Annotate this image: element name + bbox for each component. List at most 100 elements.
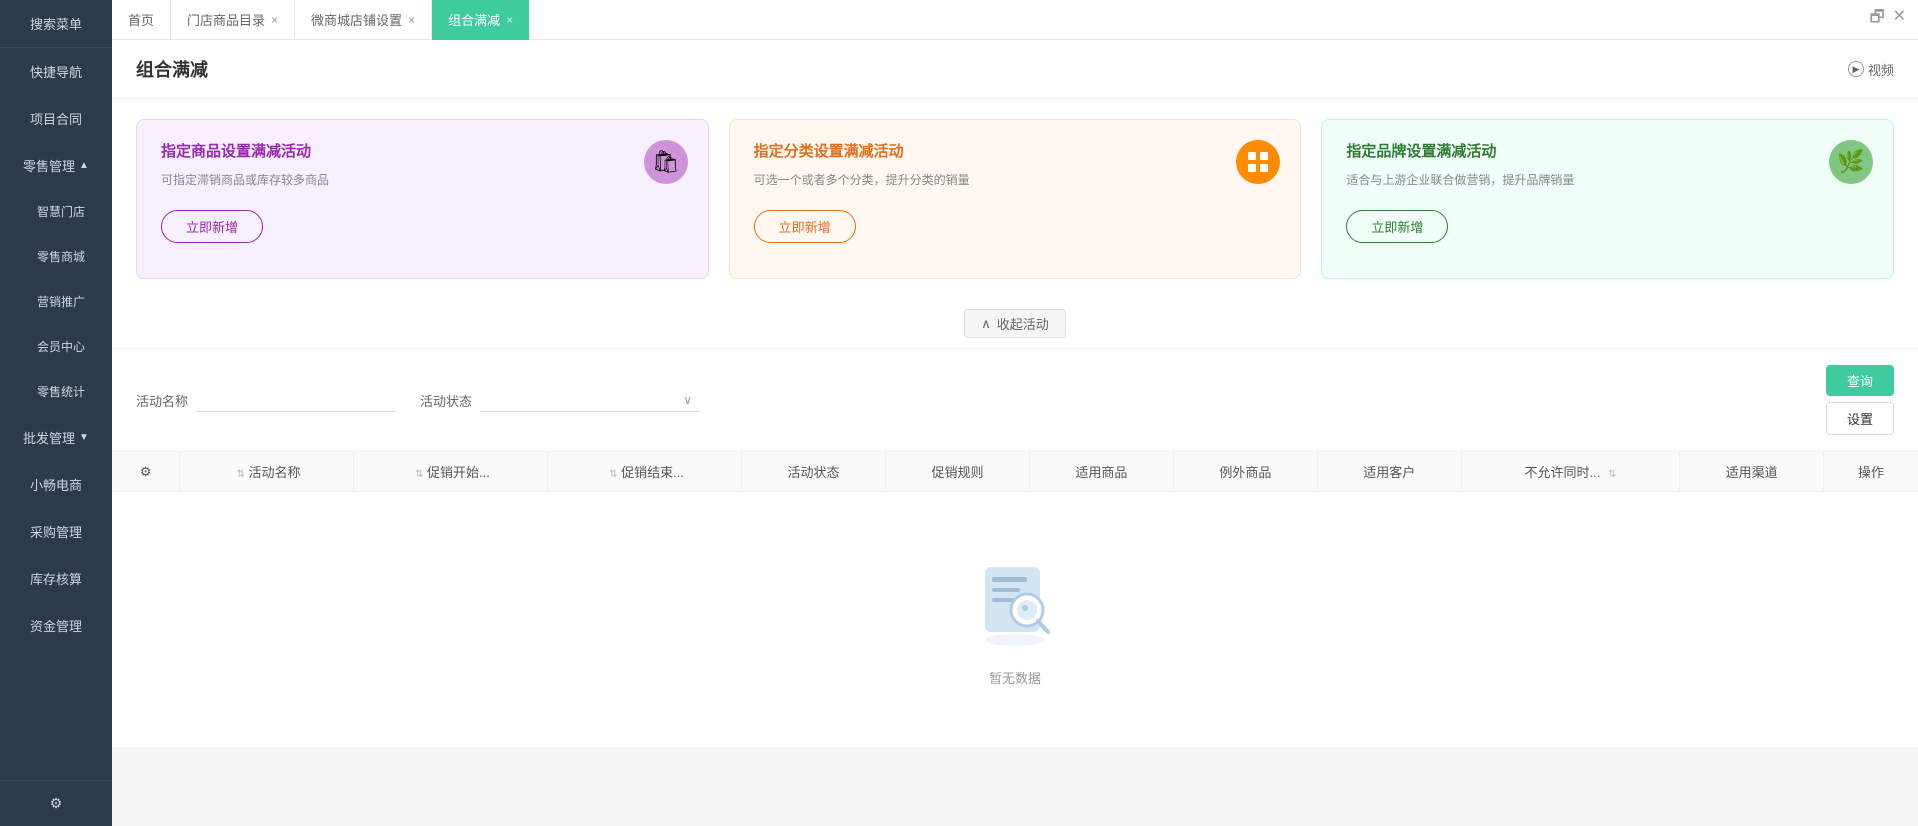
- sidebar-item-finance-mgmt[interactable]: 资金管理: [0, 602, 112, 649]
- tab-store-catalog-label: 门店商品目录: [187, 10, 265, 29]
- sidebar-item-retail-stats[interactable]: 零售统计: [0, 369, 112, 414]
- page-content: 组合满减 ▶ 视频 指定商品设置满减活动 🛍 可指定滞销商品或库存较多商品 立即…: [112, 40, 1918, 826]
- filter-activity-status: 活动状态 ∨: [420, 388, 700, 412]
- table-col-activity-status: 活动状态: [742, 452, 886, 492]
- empty-state-icon: [965, 552, 1065, 652]
- sidebar-item-quick-nav[interactable]: 快捷导航: [0, 48, 112, 95]
- tab-home-label: 首页: [128, 10, 154, 29]
- table-col-applicable-goods: 适用商品: [1029, 452, 1173, 492]
- category-card-desc: 可选一个或者多个分类，提升分类的销量: [754, 171, 1277, 190]
- query-button[interactable]: 查询: [1826, 365, 1894, 396]
- sort-icon-promo-start: ⇅: [415, 469, 423, 480]
- tab-home[interactable]: 首页: [112, 0, 171, 40]
- table-col-operation: 操作: [1824, 452, 1918, 492]
- sidebar-search[interactable]: 搜索菜单: [0, 0, 112, 48]
- brand-card-title: 指定品牌设置满减活动: [1346, 140, 1869, 161]
- product-card-title: 指定商品设置满减活动: [161, 140, 684, 161]
- filter-activity-name: 活动名称: [136, 388, 396, 412]
- table-col-applicable-customer: 适用客户: [1317, 452, 1461, 492]
- tab-store-catalog-close[interactable]: ×: [271, 13, 278, 27]
- settings-gear-icon: ⚙: [140, 464, 152, 479]
- sidebar-item-label: 会员中心: [37, 338, 85, 355]
- search-label: 搜索菜单: [30, 17, 82, 32]
- table-header-row: ⚙ ⇅ 活动名称 ⇅ 促销开始... ⇅ 促销结束...: [112, 452, 1918, 492]
- activity-status-select-wrapper: ∨: [480, 388, 700, 412]
- tab-mini-store-close[interactable]: ×: [408, 13, 415, 27]
- sort-icon-activity-name: ⇅: [236, 469, 244, 480]
- product-card-icon: 🛍: [644, 140, 688, 184]
- product-card-desc: 可指定滞销商品或库存较多商品: [161, 171, 684, 190]
- collapse-bar: ∧ 收起活动: [112, 299, 1918, 349]
- product-card-add-button[interactable]: 立即新增: [161, 210, 263, 243]
- play-circle-icon: ▶: [1848, 61, 1864, 77]
- collapse-label: 收起活动: [997, 314, 1049, 333]
- sidebar-item-retail-mall[interactable]: 零售商城: [0, 234, 112, 279]
- product-promo-card: 指定商品设置满减活动 🛍 可指定滞销商品或库存较多商品 立即新增: [136, 119, 709, 279]
- brand-card-add-button[interactable]: 立即新增: [1346, 210, 1448, 243]
- gear-icon: ⚙: [50, 795, 63, 811]
- tab-mini-store-settings[interactable]: 微商城店铺设置 ×: [295, 0, 432, 40]
- page-title: 组合满减: [136, 56, 208, 82]
- chevron-down-icon: ▼: [79, 432, 89, 443]
- sidebar-item-label: 零售管理: [23, 156, 75, 175]
- sidebar-item-wholesale-mgmt[interactable]: 批发管理 ▼: [0, 414, 112, 461]
- sidebar-settings[interactable]: ⚙: [0, 780, 112, 826]
- sidebar-item-purchase-mgmt[interactable]: 采购管理: [0, 508, 112, 555]
- sidebar-item-label: 智慧门店: [37, 203, 85, 220]
- sidebar: 搜索菜单 快捷导航 项目合同 零售管理 ▲ 智慧门店 零售商城 营销推广 会员中…: [0, 0, 112, 826]
- cards-area: 指定商品设置满减活动 🛍 可指定滞销商品或库存较多商品 立即新增 指定分类设置满…: [112, 99, 1918, 299]
- sort-icon-concurrent: ⇅: [1608, 469, 1616, 480]
- brand-promo-card: 指定品牌设置满减活动 🌿 适合与上游企业联合做营销，提升品牌销量 立即新增: [1321, 119, 1894, 279]
- sort-icon-promo-end: ⇅: [609, 469, 617, 480]
- table-area: ⚙ ⇅ 活动名称 ⇅ 促销开始... ⇅ 促销结束...: [112, 452, 1918, 747]
- table-col-promo-rule: 促销规则: [885, 452, 1029, 492]
- sidebar-item-label: 资金管理: [30, 616, 82, 635]
- activity-status-label: 活动状态: [420, 391, 472, 410]
- sidebar-item-label: 零售商城: [37, 248, 85, 265]
- sidebar-item-project-contract[interactable]: 项目合同: [0, 95, 112, 142]
- sidebar-item-member-center[interactable]: 会员中心: [0, 324, 112, 369]
- video-link[interactable]: ▶ 视频: [1848, 60, 1894, 79]
- table-col-promo-end[interactable]: ⇅ 促销结束...: [547, 452, 741, 492]
- tab-bar: 首页 门店商品目录 × 微商城店铺设置 × 组合满减 × 🗗 ✕: [112, 0, 1918, 40]
- tab-combo-discount-label: 组合满减: [448, 10, 500, 29]
- window-close-icon[interactable]: ✕: [1893, 6, 1906, 33]
- sidebar-item-label: 营销推广: [37, 293, 85, 310]
- sidebar-item-marketing[interactable]: 营销推广: [0, 279, 112, 324]
- tab-combo-discount-close[interactable]: ×: [506, 13, 513, 27]
- table-col-exception-goods: 例外商品: [1173, 452, 1317, 492]
- activity-name-label: 活动名称: [136, 391, 188, 410]
- page-header: 组合满减 ▶ 视频: [112, 40, 1918, 99]
- category-card-add-button[interactable]: 立即新增: [754, 210, 856, 243]
- main-area: 首页 门店商品目录 × 微商城店铺设置 × 组合满减 × 🗗 ✕ 组合满减 ▶ …: [112, 0, 1918, 826]
- table-col-not-allow-concurrent[interactable]: 不允许同时... ⇅: [1461, 452, 1679, 492]
- video-label: 视频: [1868, 60, 1894, 79]
- data-table: ⚙ ⇅ 活动名称 ⇅ 促销开始... ⇅ 促销结束...: [112, 452, 1918, 492]
- filter-area: 活动名称 活动状态 ∨ 查询 设置: [112, 349, 1918, 452]
- table-col-promo-start[interactable]: ⇅ 促销开始...: [353, 452, 547, 492]
- sidebar-item-label: 项目合同: [30, 109, 82, 128]
- activity-status-select[interactable]: [480, 388, 700, 412]
- activity-name-input[interactable]: [196, 388, 396, 412]
- empty-text: 暂无数据: [989, 668, 1041, 687]
- collapse-activity-button[interactable]: ∧ 收起活动: [964, 309, 1066, 338]
- window-restore-icon[interactable]: 🗗: [1870, 6, 1885, 33]
- table-col-settings[interactable]: ⚙: [112, 452, 180, 492]
- sidebar-item-retail-mgmt[interactable]: 零售管理 ▲: [0, 142, 112, 189]
- brand-card-icon: 🌿: [1829, 140, 1873, 184]
- brand-card-desc: 适合与上游企业联合做营销，提升品牌销量: [1346, 171, 1869, 190]
- sidebar-item-label: 库存核算: [30, 569, 82, 588]
- sidebar-item-stock-check[interactable]: 库存核算: [0, 555, 112, 602]
- sidebar-item-xiaochang-ecom[interactable]: 小畅电商: [0, 461, 112, 508]
- set-button[interactable]: 设置: [1826, 402, 1894, 435]
- sidebar-item-label: 零售统计: [37, 383, 85, 400]
- empty-state: 暂无数据: [112, 492, 1918, 747]
- sidebar-item-label: 批发管理: [23, 428, 75, 447]
- chevron-up-icon: ∧: [981, 316, 991, 332]
- tab-combo-discount[interactable]: 组合满减 ×: [432, 0, 530, 40]
- table-col-activity-name[interactable]: ⇅ 活动名称: [180, 452, 354, 492]
- category-promo-card: 指定分类设置满减活动 可选一个或者多个分类，提升分类的销量 立即新增: [729, 119, 1302, 279]
- sidebar-item-smart-store[interactable]: 智慧门店: [0, 189, 112, 234]
- sidebar-item-label: 小畅电商: [30, 475, 82, 494]
- tab-store-catalog[interactable]: 门店商品目录 ×: [171, 0, 295, 40]
